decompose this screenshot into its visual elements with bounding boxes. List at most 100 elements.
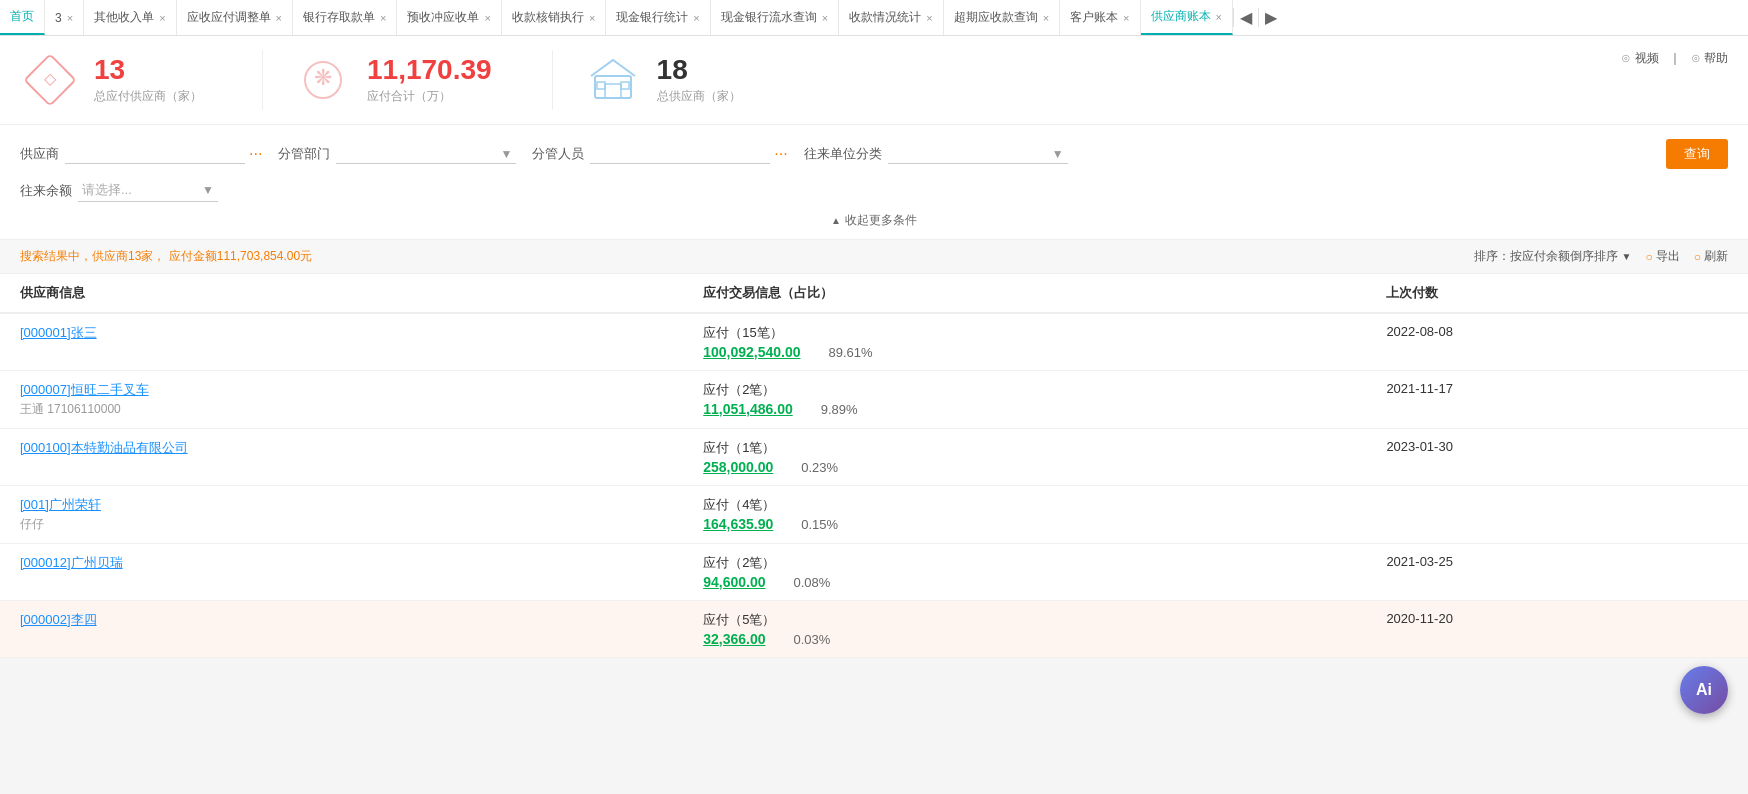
supplier-sub-2: 王通 17106110000 [20, 401, 703, 418]
nav-tab-bank-deposit[interactable]: 银行存取款单 × [293, 0, 397, 35]
payable-label-6: 应付（5笔） [703, 611, 1386, 629]
nav-tab-home-label: 首页 [10, 8, 34, 25]
nav-tab-payment-verify-close[interactable]: × [589, 12, 595, 24]
supplier-link-2[interactable]: [000007]恒旺二手叉车 [20, 381, 703, 399]
filter-input-supplier[interactable] [65, 144, 245, 164]
query-button[interactable]: 查询 [1666, 139, 1728, 169]
payable-pct-3: 0.23% [801, 460, 838, 475]
video-link[interactable]: ⊙ 视频 [1621, 50, 1658, 67]
payable-cell-3: 应付（1笔） 258,000.00 0.23% [703, 439, 1386, 475]
filter-select-dept[interactable]: ▼ [336, 145, 516, 164]
nav-tab-3-close[interactable]: × [67, 12, 73, 24]
filter-label-person: 分管人员 [532, 145, 584, 163]
last-pay-6: 2020-11-20 [1386, 611, 1728, 626]
supplier-sub-4: 仔仔 [20, 516, 703, 533]
payable-amount-5[interactable]: 94,600.00 [703, 574, 765, 590]
nav-tab-supplier-account[interactable]: 供应商账本 × [1141, 0, 1233, 35]
stat2-number: 11,170.39 [367, 55, 492, 86]
nav-tab-advance-collect[interactable]: 预收冲应收单 × [397, 0, 501, 35]
filter-select-balance[interactable]: 请选择... ▼ [78, 179, 218, 202]
table-row: [000100]本特勤油品有限公司 应付（1笔） 258,000.00 0.23… [0, 429, 1748, 486]
payable-label-3: 应付（1笔） [703, 439, 1386, 457]
nav-tab-cash-bank-stat-close[interactable]: × [693, 12, 699, 24]
nav-tab-customer-account-close[interactable]: × [1123, 12, 1129, 24]
supplier-link-1[interactable]: [000001]张三 [20, 324, 703, 342]
col-header-payable: 应付交易信息（占比） [703, 284, 1386, 302]
nav-tab-cash-bank-flow[interactable]: 现金银行流水查询 × [711, 0, 839, 35]
nav-tab-cash-bank-flow-label: 现金银行流水查询 [721, 9, 817, 26]
nav-tab-customer-account[interactable]: 客户账本 × [1060, 0, 1140, 35]
nav-tab-other-income[interactable]: 其他收入单 × [84, 0, 176, 35]
payable-amount-4[interactable]: 164,635.90 [703, 516, 773, 532]
top-navigation: 首页 3 × 其他收入单 × 应收应付调整单 × 银行存取款单 × 预收冲应收单… [0, 0, 1748, 36]
nav-tab-home[interactable]: 首页 [0, 0, 45, 35]
collapse-button[interactable]: ▲ 收起更多条件 [831, 212, 917, 229]
payable-amount-1[interactable]: 100,092,540.00 [703, 344, 800, 360]
payable-amount-2[interactable]: 11,051,486.00 [703, 401, 793, 417]
person-dots-btn[interactable]: ··· [774, 145, 787, 163]
table-row: [000001]张三 应付（15笔） 100,092,540.00 89.61%… [0, 314, 1748, 371]
supplier-link-3[interactable]: [000100]本特勤油品有限公司 [20, 439, 703, 457]
nav-tab-overdue-query[interactable]: 超期应收款查询 × [944, 0, 1060, 35]
nav-tab-ap-adjust-close[interactable]: × [276, 12, 282, 24]
nav-tab-collect-stat[interactable]: 收款情况统计 × [839, 0, 943, 35]
filter-row-2: 往来余额 请选择... ▼ [20, 179, 1728, 202]
sort-selector[interactable]: 排序：按应付余额倒序排序 ▼ [1474, 248, 1631, 265]
filter-label-supplier: 供应商 [20, 145, 59, 163]
collapse-label: 收起更多条件 [845, 212, 917, 229]
svg-rect-4 [595, 76, 631, 98]
sort-chevron-icon: ▼ [1622, 251, 1632, 262]
diamond-icon: ◇ [20, 50, 80, 110]
help-link[interactable]: ⊙ 帮助 [1691, 50, 1728, 67]
filter-select-unit-type[interactable]: ▼ [888, 145, 1068, 164]
nav-tab-advance-collect-label: 预收冲应收单 [407, 9, 479, 26]
stats-bar: ◇ 13 总应付供应商（家） ❋ 11,170.39 应付合计（万） [0, 36, 1748, 125]
payable-amount-6[interactable]: 32,366.00 [703, 631, 765, 647]
stat1-label: 总应付供应商（家） [94, 88, 202, 105]
refresh-button[interactable]: ○ 刷新 [1694, 248, 1728, 265]
filter-item-supplier: 供应商 ··· [20, 144, 262, 164]
supplier-dots-btn[interactable]: ··· [249, 145, 262, 163]
stat2-label: 应付合计（万） [367, 88, 492, 105]
nav-tab-3[interactable]: 3 × [45, 0, 84, 35]
supplier-link-6[interactable]: [000002]李四 [20, 611, 703, 629]
dept-chevron-icon: ▼ [500, 147, 512, 161]
nav-tab-customer-account-label: 客户账本 [1070, 9, 1118, 26]
nav-tab-advance-collect-close[interactable]: × [484, 12, 490, 24]
nav-arrow-left[interactable]: ◀ [1233, 8, 1258, 27]
last-pay-1: 2022-08-08 [1386, 324, 1728, 339]
payable-amount-3[interactable]: 258,000.00 [703, 459, 773, 475]
svg-text:◇: ◇ [44, 70, 57, 87]
filter-item-unit-type: 往来单位分类 ▼ [804, 145, 1068, 164]
nav-tab-overdue-query-close[interactable]: × [1043, 12, 1049, 24]
supplier-link-5[interactable]: [000012]广州贝瑞 [20, 554, 703, 572]
collapse-icon: ▲ [831, 215, 841, 226]
nav-tab-ap-adjust[interactable]: 应收应付调整单 × [177, 0, 293, 35]
nav-tab-overdue-query-label: 超期应收款查询 [954, 9, 1038, 26]
payable-cell-1: 应付（15笔） 100,092,540.00 89.61% [703, 324, 1386, 360]
export-button[interactable]: ○ 导出 [1646, 248, 1680, 265]
nav-tab-bank-deposit-close[interactable]: × [380, 12, 386, 24]
nav-tab-cash-bank-stat[interactable]: 现金银行统计 × [606, 0, 710, 35]
nav-tab-supplier-account-label: 供应商账本 [1151, 8, 1211, 25]
nav-tab-supplier-account-close[interactable]: × [1216, 11, 1222, 23]
nav-tab-payment-verify[interactable]: 收款核销执行 × [502, 0, 606, 35]
nav-tab-other-income-close[interactable]: × [159, 12, 165, 24]
payable-pct-1: 89.61% [829, 345, 873, 360]
supplier-info-cell: [000001]张三 [20, 324, 703, 342]
supplier-info-cell-2: [000007]恒旺二手叉车 王通 17106110000 [20, 381, 703, 418]
nav-tab-collect-stat-close[interactable]: × [926, 12, 932, 24]
filter-row-1: 供应商 ··· 分管部门 ▼ 分管人员 ··· 往来单位分类 ▼ [20, 139, 1728, 169]
stat-divider-2 [552, 50, 553, 110]
table-row: [000002]李四 应付（5笔） 32,366.00 0.03% 2020-1… [0, 601, 1748, 658]
table-row: [000012]广州贝瑞 应付（2笔） 94,600.00 0.08% 2021… [0, 544, 1748, 601]
payable-pct-4: 0.15% [801, 517, 838, 532]
supplier-link-4[interactable]: [001]广州荣轩 [20, 496, 703, 514]
svg-rect-7 [621, 82, 629, 89]
filter-input-person[interactable] [590, 144, 770, 164]
last-pay-2: 2021-11-17 [1386, 381, 1728, 396]
nav-arrow-right[interactable]: ▶ [1258, 8, 1283, 27]
filter-area: 供应商 ··· 分管部门 ▼ 分管人员 ··· 往来单位分类 ▼ [0, 125, 1748, 240]
nav-tab-cash-bank-flow-close[interactable]: × [822, 12, 828, 24]
refresh-icon: ○ [1694, 250, 1701, 264]
